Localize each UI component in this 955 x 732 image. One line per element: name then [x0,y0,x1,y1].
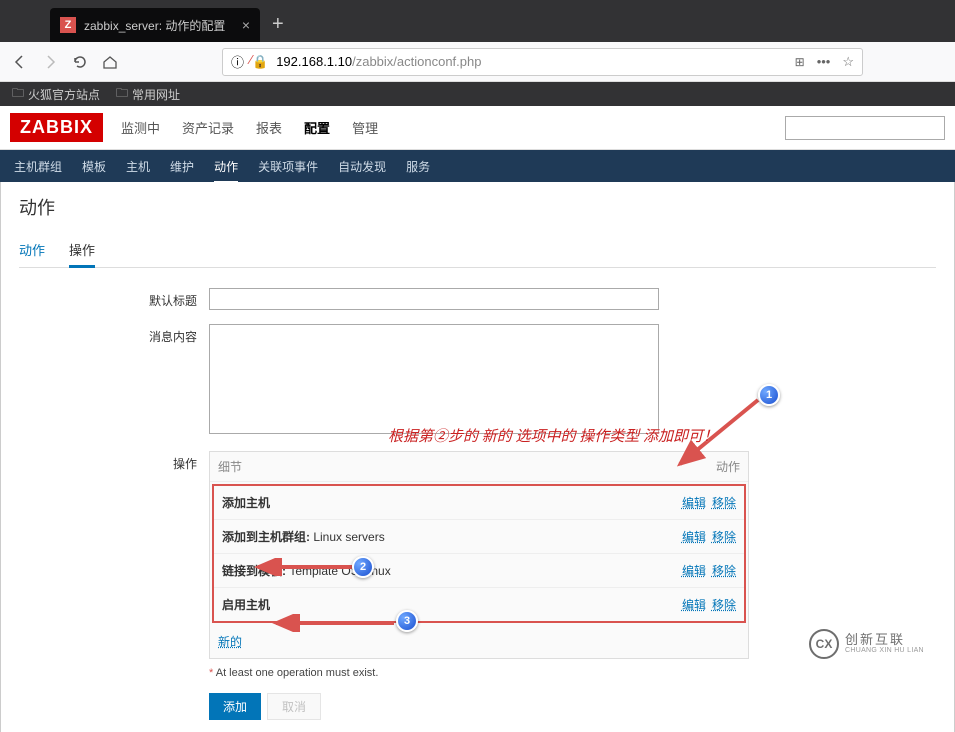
bookmark-star-icon[interactable]: ☆ [842,54,854,70]
form-buttons: 添加 取消 [209,693,779,720]
tab-favicon: Z [60,17,76,33]
forward-icon [42,54,58,70]
edit-link[interactable]: 编辑 [682,494,706,511]
new-tab-button[interactable]: + [272,13,284,36]
subnav-item-2[interactable]: 主机 [126,158,150,175]
url-path: /zabbix/actionconf.php [352,54,481,69]
zabbix-topnav: 监测中 资产记录 报表 配置 管理 [121,118,378,137]
default-subject-label: 默认标题 [19,288,209,309]
operation-actions: 编辑移除 [682,562,736,579]
back-icon[interactable] [12,54,28,70]
col-details: 细节 [218,458,242,475]
operation-actions: 编辑移除 [682,528,736,545]
zabbix-subnav: 主机群组 模板 主机 维护 动作 关联项事件 自动发现 服务 [0,150,955,182]
zabbix-logo[interactable]: ZABBIX [10,113,103,142]
topnav-item-3[interactable]: 配置 [304,118,330,137]
subnav-item-4[interactable]: 动作 [214,158,238,184]
operation-row: 添加主机 编辑移除 [214,486,744,520]
zabbix-header: ZABBIX 监测中 资产记录 报表 配置 管理 [0,106,955,150]
action-form: 默认标题 消息内容 操作 细节 动作 添加主机编辑移除添加到主机群组: Linu… [19,288,779,720]
operation-label: 启用主机 [222,596,270,613]
url-bar[interactable]: ⓘ 🔒⁄ 192.168.1.10/zabbix/actionconf.php … [222,48,863,76]
subnav-item-3[interactable]: 维护 [170,158,194,175]
folder-icon: 🗀 [116,84,128,105]
browser-tab-active[interactable]: Z zabbix_server: 动作的配置 × [50,8,260,42]
topnav-item-4[interactable]: 管理 [352,118,378,137]
watermark: CX 创新互联 CHUANG XIN HU LIAN [809,627,949,661]
operations-label: 操作 [19,451,209,472]
browser-tab-strip: Z zabbix_server: 动作的配置 × + [0,0,955,42]
bookmark-label: 常用网址 [132,86,180,103]
operation-label: 添加到主机群组: Linux servers [222,528,385,545]
home-icon[interactable] [102,54,118,70]
watermark-cn: 创新互联 [845,633,924,647]
search-input[interactable] [785,116,945,140]
operation-row: 添加到主机群组: Linux servers 编辑移除 [214,520,744,554]
topnav-item-0[interactable]: 监测中 [121,118,160,137]
page-tab-0[interactable]: 动作 [19,234,45,267]
remove-link[interactable]: 移除 [712,596,736,613]
page-tabs: 动作操作 [19,234,936,268]
info-icon[interactable]: ⓘ [231,52,244,71]
edit-link[interactable]: 编辑 [682,528,706,545]
folder-icon: 🗀 [12,84,24,105]
subnav-item-5[interactable]: 关联项事件 [258,158,318,175]
page-tab-1[interactable]: 操作 [69,234,95,268]
annotation-badge-1: 1 [758,384,780,406]
subnav-item-6[interactable]: 自动发现 [338,158,386,175]
more-icon[interactable]: ••• [817,54,831,69]
remove-link[interactable]: 移除 [712,528,736,545]
security-slash-icon: 🔒⁄ [252,54,268,70]
annotation-badge-3: 3 [396,610,418,632]
default-subject-input[interactable] [209,288,659,310]
url-host: 192.168.1.10 [276,54,352,69]
operation-label: 添加主机 [222,494,270,511]
tab-title: zabbix_server: 动作的配置 [84,17,234,34]
default-message-label: 消息内容 [19,324,209,345]
reload-icon[interactable] [72,54,88,70]
new-operation-link[interactable]: 新的 [218,635,242,649]
topnav-item-1[interactable]: 资产记录 [182,118,234,137]
annotation-arrow-3 [268,614,402,632]
operations-header: 细节 动作 [210,452,748,482]
asterisk-icon: * [209,667,216,679]
edit-link[interactable]: 编辑 [682,596,706,613]
watermark-logo-icon: CX [809,629,839,659]
bookmark-common[interactable]: 🗀 常用网址 [116,84,180,105]
watermark-en: CHUANG XIN HU LIAN [845,647,924,655]
edit-link[interactable]: 编辑 [682,562,706,579]
browser-navbar: ⓘ 🔒⁄ 192.168.1.10/zabbix/actionconf.php … [0,42,955,82]
subnav-item-0[interactable]: 主机群组 [14,158,62,175]
add-button[interactable]: 添加 [209,693,261,720]
bookmark-label: 火狐官方站点 [28,86,100,103]
topnav-item-2[interactable]: 报表 [256,118,282,137]
subnav-item-7[interactable]: 服务 [406,158,430,175]
operations-highlight-box: 添加主机编辑移除添加到主机群组: Linux servers编辑移除链接到模板:… [212,484,746,623]
cancel-button[interactable]: 取消 [267,693,321,720]
required-note-text: At least one operation must exist. [216,667,379,679]
remove-link[interactable]: 移除 [712,562,736,579]
default-message-textarea[interactable] [209,324,659,434]
subnav-item-1[interactable]: 模板 [82,158,106,175]
bookmarks-bar: 🗀 火狐官方站点 🗀 常用网址 [0,82,955,106]
close-tab-icon[interactable]: × [242,17,250,33]
remove-link[interactable]: 移除 [712,494,736,511]
annotation-badge-2: 2 [352,556,374,578]
required-note: * At least one operation must exist. [209,667,779,679]
operation-actions: 编辑移除 [682,494,736,511]
bookmark-firefox[interactable]: 🗀 火狐官方站点 [12,84,100,105]
reader-icon[interactable]: ⊞ [795,55,805,69]
annotation-hint: 根据第②步的 新的 选项中的 操作类型 添加即可！ [388,425,718,446]
operation-actions: 编辑移除 [682,596,736,613]
page-title: 动作 [19,194,936,220]
annotation-arrow-2 [250,558,360,576]
